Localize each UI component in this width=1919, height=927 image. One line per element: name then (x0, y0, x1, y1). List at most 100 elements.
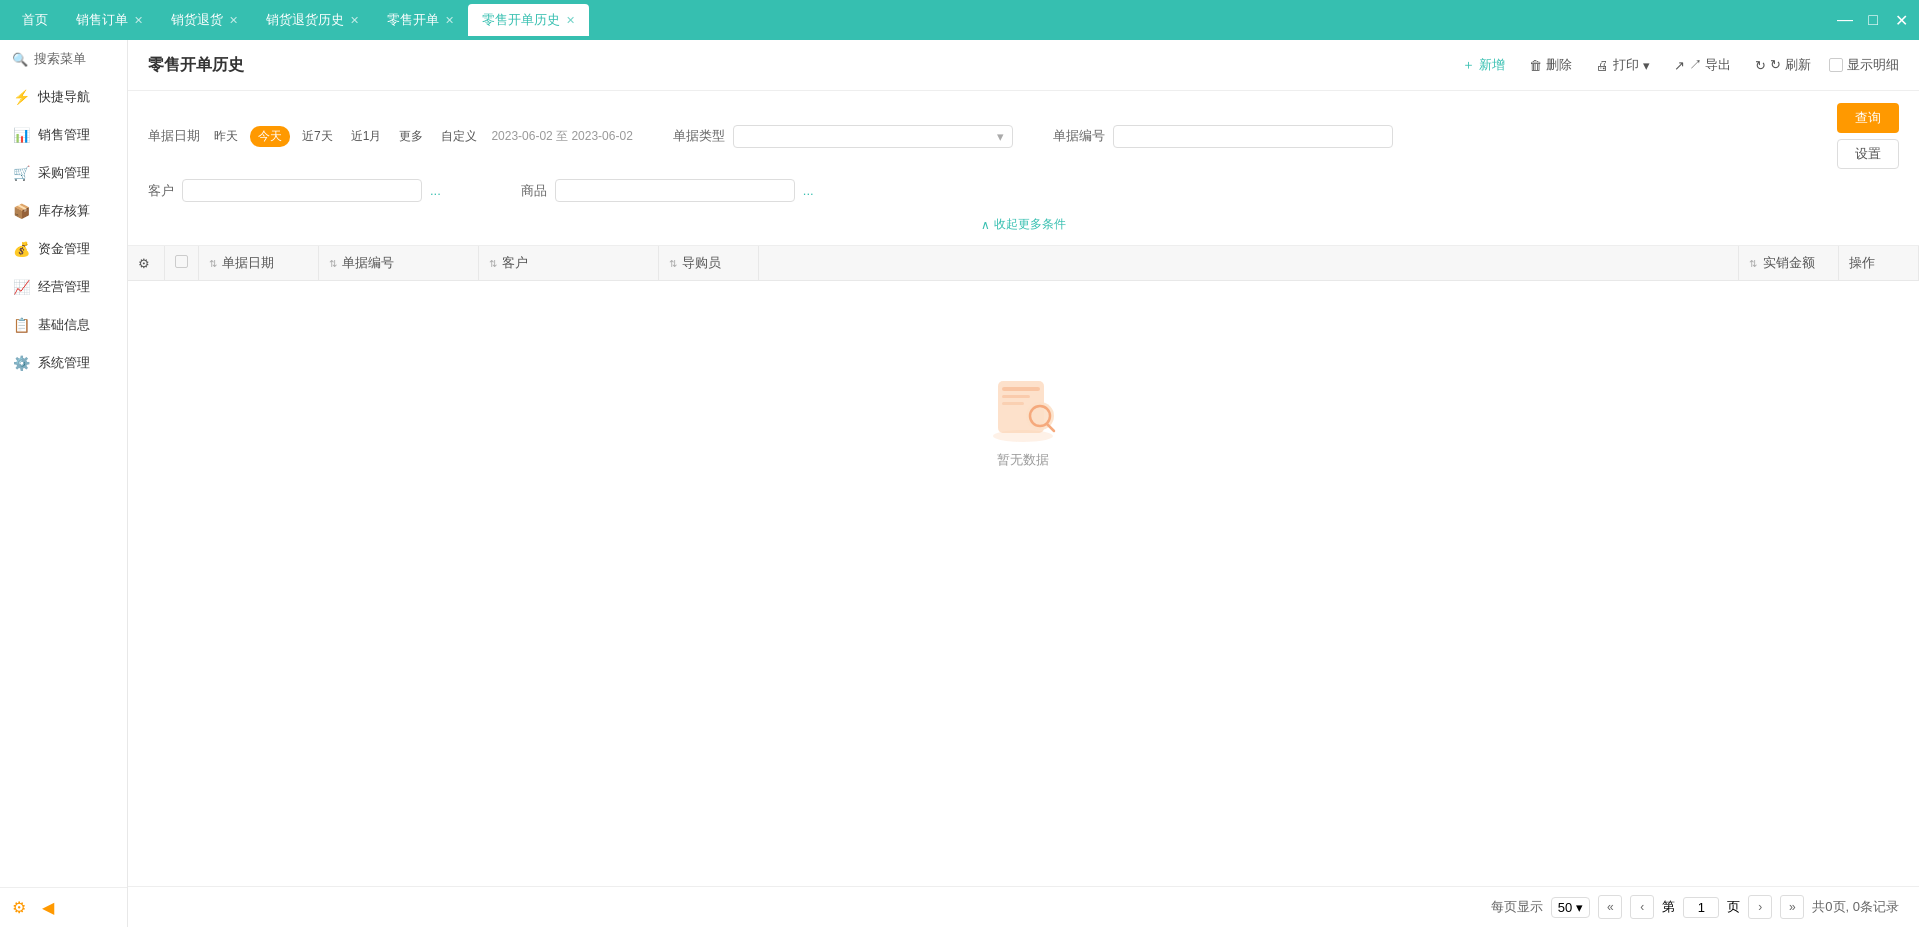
sidebar-item-base-info[interactable]: 📋 基础信息 (0, 306, 127, 344)
top-tabbar: 首页 销售订单 ✕ 销货退货 ✕ 销货退货历史 ✕ 零售开单 ✕ 零售开单历史 … (0, 0, 1919, 40)
customer-filter-label: 客户 (148, 182, 174, 200)
page-last-btn[interactable]: » (1780, 895, 1804, 919)
delete-button[interactable]: 🗑 删除 (1523, 52, 1578, 78)
tab-sales-return-history[interactable]: 销货退货历史 ✕ (252, 4, 373, 36)
add-button[interactable]: ＋ 新增 (1456, 52, 1511, 78)
sidebar-item-sys-mgmt[interactable]: ⚙️ 系统管理 (0, 344, 127, 382)
col-header-guide[interactable]: ⇅ 导购员 (658, 246, 758, 281)
date-btn-custom[interactable]: 自定义 (435, 126, 483, 147)
sidebar-collapse-icon[interactable]: ◀ (42, 898, 54, 917)
query-button[interactable]: 查询 (1837, 103, 1899, 133)
toolbar: ＋ 新增 🗑 删除 🖨 打印 ▾ ↗ ↗ 导出 ↻ (1456, 52, 1899, 78)
tab-sales-return[interactable]: 销货退货 ✕ (157, 4, 252, 36)
settings-button[interactable]: 设置 (1837, 139, 1899, 169)
operations-icon: 📈 (12, 279, 30, 295)
date-btn-7days[interactable]: 近7天 (296, 126, 339, 147)
filter-row-1: 单据日期 昨天 今天 近7天 近1月 更多 自定义 2023-06-02 至 2… (148, 103, 1899, 169)
col-header-amount[interactable]: ⇅ 实销金额 (1739, 246, 1839, 281)
col-guide-label: 导购员 (682, 255, 721, 270)
sidebar-search[interactable]: 🔍 搜索菜单 (0, 40, 127, 78)
delete-label: 删除 (1546, 56, 1572, 74)
date-btn-more[interactable]: 更多 (393, 126, 429, 147)
customer-filter-ellipsis[interactable]: ... (430, 183, 441, 198)
date-btn-1month[interactable]: 近1月 (345, 126, 388, 147)
per-page-select[interactable]: 50 ▾ (1551, 897, 1590, 918)
tab-sales-order[interactable]: 销售订单 ✕ (62, 4, 157, 36)
header-checkbox[interactable] (175, 255, 188, 268)
close-button[interactable]: ✕ (1891, 11, 1911, 30)
refresh-button[interactable]: ↻ ↻ 刷新 (1749, 52, 1817, 78)
add-icon: ＋ (1462, 56, 1475, 74)
sidebar-bottom: ⚙ ◀ (0, 887, 127, 927)
date-btn-today[interactable]: 今天 (250, 126, 290, 147)
print-label: 打印 (1613, 56, 1639, 74)
export-icon: ↗ (1674, 58, 1685, 73)
col-customer-label: 客户 (502, 255, 528, 270)
tab-retail-open[interactable]: 零售开单 ✕ (373, 4, 468, 36)
sidebar-item-purchase-mgmt[interactable]: 🛒 采购管理 (0, 154, 127, 192)
sidebar-item-sales-mgmt[interactable]: 📊 销售管理 (0, 116, 127, 154)
sidebar-item-finance[interactable]: 💰 资金管理 (0, 230, 127, 268)
sidebar-settings-icon[interactable]: ⚙ (12, 898, 26, 917)
print-button[interactable]: 🖨 打印 ▾ (1590, 52, 1656, 78)
sidebar-item-base-info-label: 基础信息 (38, 316, 90, 334)
tab-retail-open-label: 零售开单 (387, 11, 439, 29)
collapse-label: 收起更多条件 (994, 216, 1066, 233)
page-prev-btn[interactable]: ‹ (1630, 895, 1654, 919)
main-layout: 🔍 搜索菜单 ⚡ 快捷导航 📊 销售管理 🛒 采购管理 📦 库存核算 💰 资金管… (0, 40, 1919, 927)
show-detail-checkbox[interactable] (1829, 58, 1843, 72)
sort-number-icon: ⇅ (329, 258, 337, 269)
tab-retail-open-close[interactable]: ✕ (445, 14, 454, 27)
query-settings: 查询 设置 (1837, 103, 1899, 169)
type-filter-label: 单据类型 (673, 127, 725, 145)
delete-icon: 🗑 (1529, 58, 1542, 73)
col-date-label: 单据日期 (222, 255, 274, 270)
page-title: 零售开单历史 (148, 55, 244, 76)
svg-rect-2 (1002, 387, 1040, 391)
sidebar-item-quick-nav[interactable]: ⚡ 快捷导航 (0, 78, 127, 116)
tab-sales-return-label: 销货退货 (171, 11, 223, 29)
date-btn-yesterday[interactable]: 昨天 (208, 126, 244, 147)
tab-retail-open-history-close[interactable]: ✕ (566, 14, 575, 27)
tab-sales-return-close[interactable]: ✕ (229, 14, 238, 27)
col-header-checkbox[interactable] (164, 246, 198, 281)
goods-filter-ellipsis[interactable]: ... (803, 183, 814, 198)
per-page-arrow: ▾ (1576, 900, 1583, 915)
quick-nav-icon: ⚡ (12, 89, 30, 105)
customer-filter-input[interactable] (182, 179, 422, 202)
tab-retail-open-history[interactable]: 零售开单历史 ✕ (468, 4, 589, 36)
tab-home-label: 首页 (22, 11, 48, 29)
tab-sales-order-close[interactable]: ✕ (134, 14, 143, 27)
col-header-number[interactable]: ⇅ 单据编号 (318, 246, 478, 281)
collapse-bar[interactable]: ∧ 收起更多条件 (148, 212, 1899, 237)
tab-home[interactable]: 首页 (8, 4, 62, 36)
page-next-btn[interactable]: › (1748, 895, 1772, 919)
goods-filter-input[interactable] (555, 179, 795, 202)
show-detail-toggle[interactable]: 显示明细 (1829, 56, 1899, 74)
tab-sales-return-history-label: 销货退货历史 (266, 11, 344, 29)
col-header-customer[interactable]: ⇅ 客户 (478, 246, 658, 281)
col-header-settings[interactable]: ⚙ (128, 246, 164, 281)
col-header-ops: 操作 (1839, 246, 1919, 281)
svg-rect-3 (1002, 395, 1030, 398)
maximize-button[interactable]: □ (1863, 11, 1883, 29)
date-range-display: 2023-06-02 至 2023-06-02 (491, 128, 632, 145)
tab-sales-return-history-close[interactable]: ✕ (350, 14, 359, 27)
export-button[interactable]: ↗ ↗ 导出 (1668, 52, 1738, 78)
sidebar-item-operations[interactable]: 📈 经营管理 (0, 268, 127, 306)
number-filter-input[interactable] (1113, 125, 1393, 148)
sort-guide-icon: ⇅ (669, 258, 677, 269)
minimize-button[interactable]: — (1835, 11, 1855, 29)
svg-rect-4 (1002, 402, 1024, 405)
page-input[interactable] (1683, 897, 1719, 918)
sidebar-item-quick-nav-label: 快捷导航 (38, 88, 90, 106)
inventory-icon: 📦 (12, 203, 30, 219)
page-first-btn[interactable]: « (1598, 895, 1622, 919)
table-body: 暂无数据 (128, 281, 1919, 550)
filter-bar: 单据日期 昨天 今天 近7天 近1月 更多 自定义 2023-06-02 至 2… (128, 91, 1919, 246)
filter-date: 单据日期 昨天 今天 近7天 近1月 更多 自定义 2023-06-02 至 2… (148, 126, 633, 147)
empty-illustration (978, 361, 1068, 451)
col-header-date[interactable]: ⇅ 单据日期 (198, 246, 318, 281)
sidebar-item-inventory[interactable]: 📦 库存核算 (0, 192, 127, 230)
type-filter-select[interactable]: ▾ (733, 125, 1013, 148)
